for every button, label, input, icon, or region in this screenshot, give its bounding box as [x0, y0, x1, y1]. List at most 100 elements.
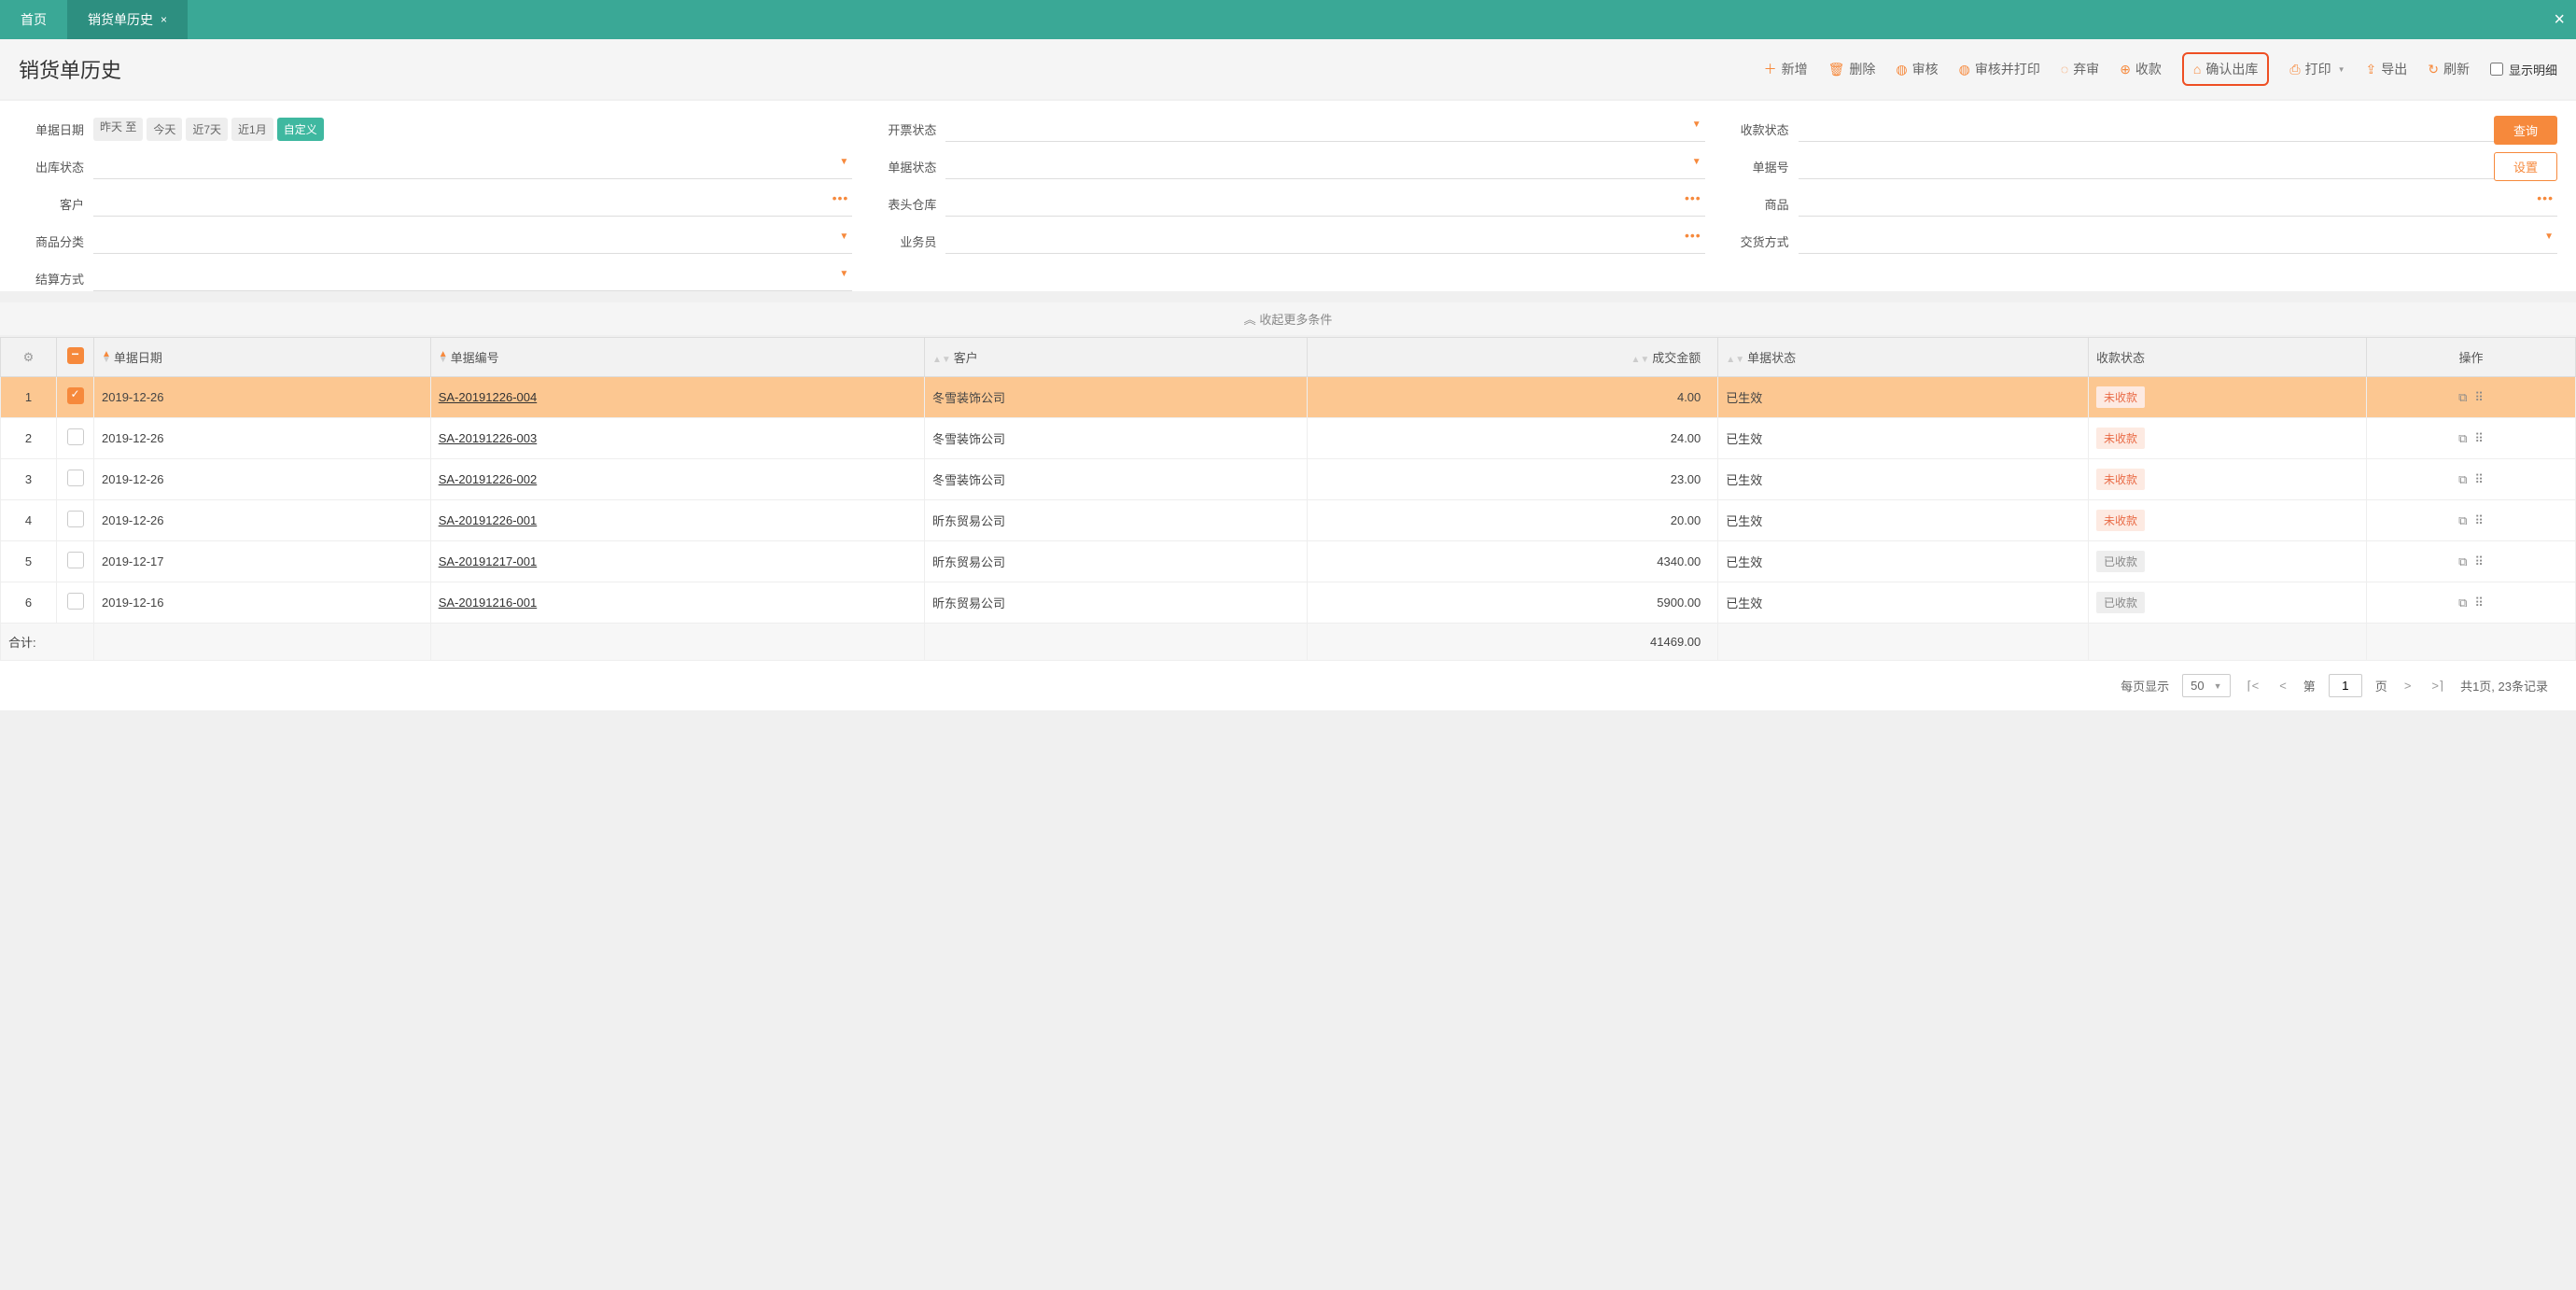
settings-button[interactable]: 设置: [2494, 152, 2557, 181]
salesman-picker[interactable]: •••: [945, 228, 1704, 254]
col-date[interactable]: ▲▼单据日期: [94, 338, 431, 377]
cell-status: 已生效: [1718, 418, 2089, 459]
table-row[interactable]: 32019-12-26SA-20191226-002冬雪装饰公司23.00已生效…: [1, 459, 2576, 500]
warehouse-icon: ⌂: [2193, 62, 2201, 77]
close-icon[interactable]: ×: [2554, 0, 2565, 39]
col-docno[interactable]: ▲▼单据编号: [430, 338, 924, 377]
cell-docno[interactable]: SA-20191226-001: [430, 500, 924, 541]
next-page-button[interactable]: >: [2401, 679, 2415, 693]
date-btn-7d[interactable]: 近7天: [186, 118, 228, 141]
row-checkbox[interactable]: [57, 541, 94, 582]
view-icon[interactable]: ⧉: [2458, 596, 2467, 610]
tab-home[interactable]: 首页: [0, 0, 67, 39]
more-icon[interactable]: ⠿: [2474, 513, 2484, 527]
delivery-select[interactable]: ▼: [1799, 228, 2557, 254]
table-row[interactable]: 62019-12-16SA-20191216-001昕东贸易公司5900.00已…: [1, 582, 2576, 624]
cell-ops: ⧉⠿: [2367, 541, 2576, 582]
doc-no-input[interactable]: [1799, 153, 2557, 179]
date-btn-yesterday[interactable]: 昨天 至: [93, 118, 143, 141]
cell-status: 已生效: [1718, 377, 2089, 418]
cell-paystatus: 未收款: [2088, 500, 2366, 541]
product-picker[interactable]: •••: [1799, 190, 2557, 217]
cell-docno[interactable]: SA-20191226-002: [430, 459, 924, 500]
per-page-select[interactable]: 50▼: [2182, 674, 2230, 697]
print-button[interactable]: ⎙打印▼: [2289, 60, 2345, 78]
table-row[interactable]: 12019-12-26SA-20191226-004冬雪装饰公司4.00已生效未…: [1, 377, 2576, 418]
column-settings-button[interactable]: ⚙: [1, 338, 57, 377]
date-btn-1m[interactable]: 近1月: [231, 118, 273, 141]
category-select[interactable]: ▼: [93, 228, 852, 254]
chevron-down-icon: ▼: [839, 231, 848, 242]
receive-button[interactable]: ⊕收款: [2120, 60, 2162, 78]
query-button[interactable]: 查询: [2494, 116, 2557, 145]
cell-docno[interactable]: SA-20191217-001: [430, 541, 924, 582]
page-title: 销货单历史: [19, 54, 121, 84]
row-checkbox[interactable]: [57, 500, 94, 541]
more-icon[interactable]: ⠿: [2474, 472, 2484, 486]
cell-status: 已生效: [1718, 459, 2089, 500]
collapse-filters-button[interactable]: ︽ 收起更多条件: [0, 302, 2576, 335]
customer-picker[interactable]: •••: [93, 190, 852, 217]
delete-button[interactable]: 🗑删除: [1828, 60, 1876, 78]
invoice-status-select[interactable]: ▼: [945, 116, 1704, 142]
cell-status: 已生效: [1718, 500, 2089, 541]
more-icon[interactable]: ⠿: [2474, 431, 2484, 445]
row-checkbox[interactable]: [57, 459, 94, 500]
show-detail-checkbox[interactable]: 显示明细: [2490, 61, 2557, 78]
more-icon[interactable]: ⠿: [2474, 596, 2484, 610]
cell-date: 2019-12-26: [94, 418, 431, 459]
confirm-out-button[interactable]: ⌂确认出库: [2182, 52, 2269, 86]
page-suffix: 页: [2375, 677, 2387, 694]
cell-customer: 冬雪装饰公司: [924, 459, 1307, 500]
chevron-down-icon: ▼: [2338, 65, 2345, 74]
cell-docno[interactable]: SA-20191216-001: [430, 582, 924, 624]
select-all-checkbox[interactable]: [57, 338, 94, 377]
audit-button[interactable]: ◍审核: [1896, 60, 1938, 78]
view-icon[interactable]: ⧉: [2458, 431, 2467, 445]
col-customer[interactable]: ▲▼客户: [924, 338, 1307, 377]
out-status-select[interactable]: ▼: [93, 153, 852, 179]
view-icon[interactable]: ⧉: [2458, 513, 2467, 527]
cell-docno[interactable]: SA-20191226-004: [430, 377, 924, 418]
view-icon[interactable]: ⧉: [2458, 554, 2467, 568]
col-paystatus[interactable]: 收款状态: [2088, 338, 2366, 377]
page-input[interactable]: [2329, 674, 2362, 697]
tab-sales-history[interactable]: 销货单历史 ×: [67, 0, 188, 39]
row-checkbox[interactable]: [57, 418, 94, 459]
checkbox-icon: [67, 387, 84, 404]
warehouse-picker[interactable]: •••: [945, 190, 1704, 217]
last-page-button[interactable]: >⌉: [2428, 679, 2447, 694]
cell-date: 2019-12-26: [94, 377, 431, 418]
settle-select[interactable]: ▼: [93, 265, 852, 291]
tab-close-icon[interactable]: ×: [161, 13, 167, 26]
view-icon[interactable]: ⧉: [2458, 390, 2467, 404]
more-icon[interactable]: ⠿: [2474, 554, 2484, 568]
col-status[interactable]: ▲▼单据状态: [1718, 338, 2089, 377]
export-button[interactable]: ⇪导出: [2366, 60, 2408, 78]
table-row[interactable]: 42019-12-26SA-20191226-001昕东贸易公司20.00已生效…: [1, 500, 2576, 541]
top-tabs: 首页 销货单历史 × ×: [0, 0, 2576, 39]
footer-total-label: 合计:: [1, 624, 94, 661]
first-page-button[interactable]: ⌈<: [2244, 679, 2263, 694]
doc-status-select[interactable]: ▼: [945, 153, 1704, 179]
pay-status-select[interactable]: ▼: [1799, 116, 2557, 142]
table-row[interactable]: 22019-12-26SA-20191226-003冬雪装饰公司24.00已生效…: [1, 418, 2576, 459]
audit-print-button[interactable]: ◍审核并打印: [1959, 60, 2040, 78]
abandon-button[interactable]: ◌弃审: [2061, 60, 2099, 78]
export-icon: ⇪: [2366, 62, 2377, 77]
add-button[interactable]: ＋新增: [1764, 60, 1808, 78]
row-checkbox[interactable]: [57, 582, 94, 624]
date-btn-custom[interactable]: 自定义: [277, 118, 324, 141]
date-btn-today[interactable]: 今天: [147, 118, 182, 141]
cell-docno[interactable]: SA-20191226-003: [430, 418, 924, 459]
cell-ops: ⧉⠿: [2367, 418, 2576, 459]
cell-customer: 冬雪装饰公司: [924, 418, 1307, 459]
row-checkbox[interactable]: [57, 377, 94, 418]
prev-page-button[interactable]: <: [2275, 679, 2290, 693]
view-icon[interactable]: ⧉: [2458, 472, 2467, 486]
refresh-button[interactable]: ↻刷新: [2428, 60, 2470, 78]
cell-date: 2019-12-26: [94, 500, 431, 541]
col-amount[interactable]: ▲▼成交金额: [1308, 338, 1718, 377]
table-row[interactable]: 52019-12-17SA-20191217-001昕东贸易公司4340.00已…: [1, 541, 2576, 582]
more-icon[interactable]: ⠿: [2474, 390, 2484, 404]
